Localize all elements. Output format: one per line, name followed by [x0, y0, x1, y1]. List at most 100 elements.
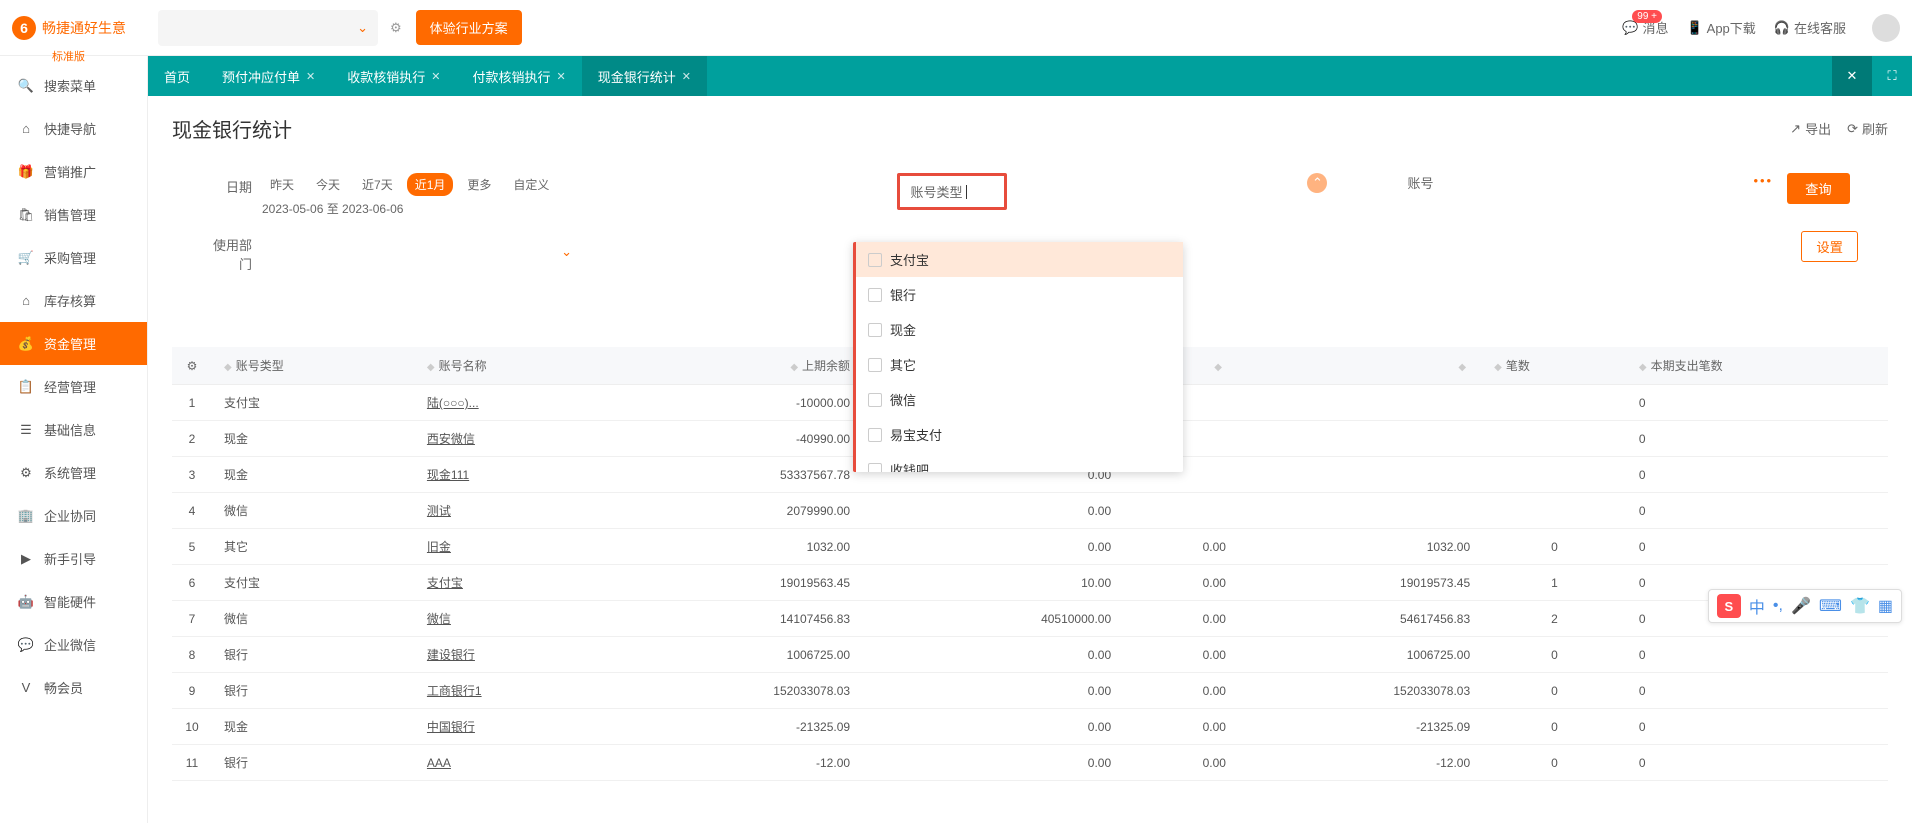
account-link[interactable]: 微信 [427, 612, 451, 626]
ime-punct-icon[interactable]: •, [1773, 597, 1783, 615]
dropdown-option-其它[interactable]: 其它 [856, 347, 1183, 382]
checkbox[interactable] [868, 323, 882, 337]
close-icon[interactable]: ✕ [306, 70, 315, 83]
table-row[interactable]: 7 微信 微信 14107456.83 40510000.00 0.00 546… [172, 601, 1888, 637]
sidebar-item-快捷导航[interactable]: ⌂快捷导航 [0, 107, 147, 150]
ime-logo-icon[interactable]: S [1717, 594, 1741, 618]
close-tab-button[interactable]: ✕ [1832, 56, 1872, 96]
column-header[interactable]: ◆上期余额 [618, 347, 862, 385]
customer-service-button[interactable]: 🎧 在线客服 [1774, 18, 1846, 37]
date-chip-今天[interactable]: 今天 [308, 173, 348, 196]
messages-button[interactable]: 💬 消息 99 + [1622, 18, 1668, 37]
sidebar-item-营销推广[interactable]: 🎁营销推广 [0, 150, 147, 193]
sort-icon[interactable]: ◆ [1494, 362, 1502, 373]
checkbox[interactable] [868, 253, 882, 267]
sidebar-item-基础信息[interactable]: ☰基础信息 [0, 408, 147, 451]
gear-icon[interactable]: ⚙ [390, 20, 402, 36]
date-chip-更多[interactable]: 更多 [459, 173, 499, 196]
close-icon[interactable]: ✕ [682, 70, 691, 83]
account-link[interactable]: 旧金 [427, 540, 451, 554]
account-link[interactable]: 西安微信 [427, 432, 475, 446]
ime-grid-icon[interactable]: ▦ [1878, 596, 1893, 616]
industry-plan-button[interactable]: 体验行业方案 [416, 10, 522, 45]
table-row[interactable]: 5 其它 旧金 1032.00 0.00 0.00 1032.00 0 0 [172, 529, 1888, 565]
sort-icon[interactable]: ◆ [427, 362, 435, 373]
fullscreen-button[interactable]: ⛶ [1872, 56, 1912, 96]
tab-现金银行统计[interactable]: 现金银行统计✕ [582, 56, 707, 96]
account-link[interactable]: 测试 [427, 504, 451, 518]
account-link[interactable]: 建设银行 [427, 648, 475, 662]
column-header[interactable]: ◆ [1238, 347, 1482, 385]
sort-icon[interactable]: ◆ [1639, 362, 1647, 373]
sidebar-item-企业协同[interactable]: 🏢企业协同 [0, 494, 147, 537]
checkbox[interactable] [868, 358, 882, 372]
sidebar-item-畅会员[interactable]: V畅会员 [0, 666, 147, 709]
gear-icon[interactable]: ⚙ [187, 359, 198, 373]
date-chip-昨天[interactable]: 昨天 [262, 173, 302, 196]
column-header[interactable]: ◆本期支出笔数 [1627, 347, 1888, 385]
table-row[interactable]: 4 微信 测试 2079990.00 0.00 0 [172, 493, 1888, 529]
table-row[interactable]: 9 银行 工商银行1 152033078.03 0.00 0.00 152033… [172, 673, 1888, 709]
account-link[interactable]: 现金111 [427, 468, 469, 482]
table-row[interactable]: 8 银行 建设银行 1006725.00 0.00 0.00 1006725.0… [172, 637, 1888, 673]
dropdown-option-支付宝[interactable]: 支付宝 [856, 242, 1183, 277]
sidebar-item-搜索菜单[interactable]: 🔍搜索菜单 [0, 64, 147, 107]
sidebar-item-经营管理[interactable]: 📋经营管理 [0, 365, 147, 408]
tab-首页[interactable]: 首页 [148, 56, 206, 96]
tab-收款核销执行[interactable]: 收款核销执行✕ [331, 56, 456, 96]
sort-icon[interactable]: ◆ [1458, 362, 1466, 373]
date-chip-自定义[interactable]: 自定义 [505, 173, 557, 196]
tab-付款核销执行[interactable]: 付款核销执行✕ [456, 56, 581, 96]
department-filter[interactable]: 使用部门 ⌄ [202, 231, 572, 273]
table-row[interactable]: 11 银行 AAA -12.00 0.00 0.00 -12.00 0 0 [172, 745, 1888, 781]
app-download-button[interactable]: 📱 App下载 [1686, 18, 1755, 37]
sidebar-item-企业微信[interactable]: 💬企业微信 [0, 623, 147, 666]
sidebar-item-库存核算[interactable]: ⌂库存核算 [0, 279, 147, 322]
checkbox[interactable] [868, 288, 882, 302]
sort-icon[interactable]: ◆ [224, 362, 232, 373]
ime-lang[interactable]: 中 [1749, 594, 1765, 618]
sidebar-item-采购管理[interactable]: 🛒采购管理 [0, 236, 147, 279]
dropdown-option-易宝支付[interactable]: 易宝支付 [856, 417, 1183, 452]
dropdown-option-微信[interactable]: 微信 [856, 382, 1183, 417]
account-link[interactable]: 陆(○○○)... [427, 396, 479, 410]
sort-icon[interactable]: ◆ [1214, 362, 1222, 373]
sidebar-item-新手引导[interactable]: ▶新手引导 [0, 537, 147, 580]
column-header[interactable]: ◆账号类型 [212, 347, 415, 385]
sort-icon[interactable]: ◆ [790, 362, 798, 373]
query-button[interactable]: 查询 [1787, 173, 1850, 204]
table-row[interactable]: 6 支付宝 支付宝 19019563.45 10.00 0.00 1901957… [172, 565, 1888, 601]
ime-skin-icon[interactable]: 👕 [1850, 596, 1870, 616]
settings-button[interactable]: 设置 [1801, 231, 1858, 262]
sidebar-item-资金管理[interactable]: 💰资金管理 [0, 322, 147, 365]
account-link[interactable]: 中国银行 [427, 720, 475, 734]
account-link[interactable]: AAA [427, 756, 451, 770]
refresh-button[interactable]: ⟳ 刷新 [1847, 119, 1888, 138]
dropdown-option-现金[interactable]: 现金 [856, 312, 1183, 347]
account-type-filter[interactable]: 账号类型 [897, 173, 1007, 210]
checkbox[interactable] [868, 463, 882, 473]
more-filters-button[interactable]: ••• [1753, 173, 1773, 188]
sidebar-item-智能硬件[interactable]: 🤖智能硬件 [0, 580, 147, 623]
export-button[interactable]: ↗ 导出 [1790, 119, 1831, 138]
ime-keyboard-icon[interactable]: ⌨ [1819, 596, 1842, 616]
column-header[interactable]: ⚙ [172, 347, 212, 385]
account-link[interactable]: 支付宝 [427, 576, 463, 590]
sidebar-item-销售管理[interactable]: 🛍销售管理 [0, 193, 147, 236]
close-icon[interactable]: ✕ [431, 70, 440, 83]
company-select[interactable]: ⌄ [158, 10, 378, 46]
ime-mic-icon[interactable]: 🎤 [1791, 596, 1811, 616]
column-header[interactable]: ◆账号名称 [415, 347, 618, 385]
account-link[interactable]: 工商银行1 [427, 684, 482, 698]
dropdown-option-收钱吧[interactable]: 收钱吧 [856, 452, 1183, 472]
checkbox[interactable] [868, 393, 882, 407]
collapse-filters-button[interactable]: ⌃ [1307, 173, 1327, 193]
sidebar-item-系统管理[interactable]: ⚙系统管理 [0, 451, 147, 494]
table-row[interactable]: 10 现金 中国银行 -21325.09 0.00 0.00 -21325.09… [172, 709, 1888, 745]
dropdown-option-银行[interactable]: 银行 [856, 277, 1183, 312]
checkbox[interactable] [868, 428, 882, 442]
tab-预付冲应付单[interactable]: 预付冲应付单✕ [206, 56, 331, 96]
user-avatar[interactable] [1872, 14, 1900, 42]
close-icon[interactable]: ✕ [557, 70, 566, 83]
column-header[interactable]: ◆笔数 [1482, 347, 1627, 385]
